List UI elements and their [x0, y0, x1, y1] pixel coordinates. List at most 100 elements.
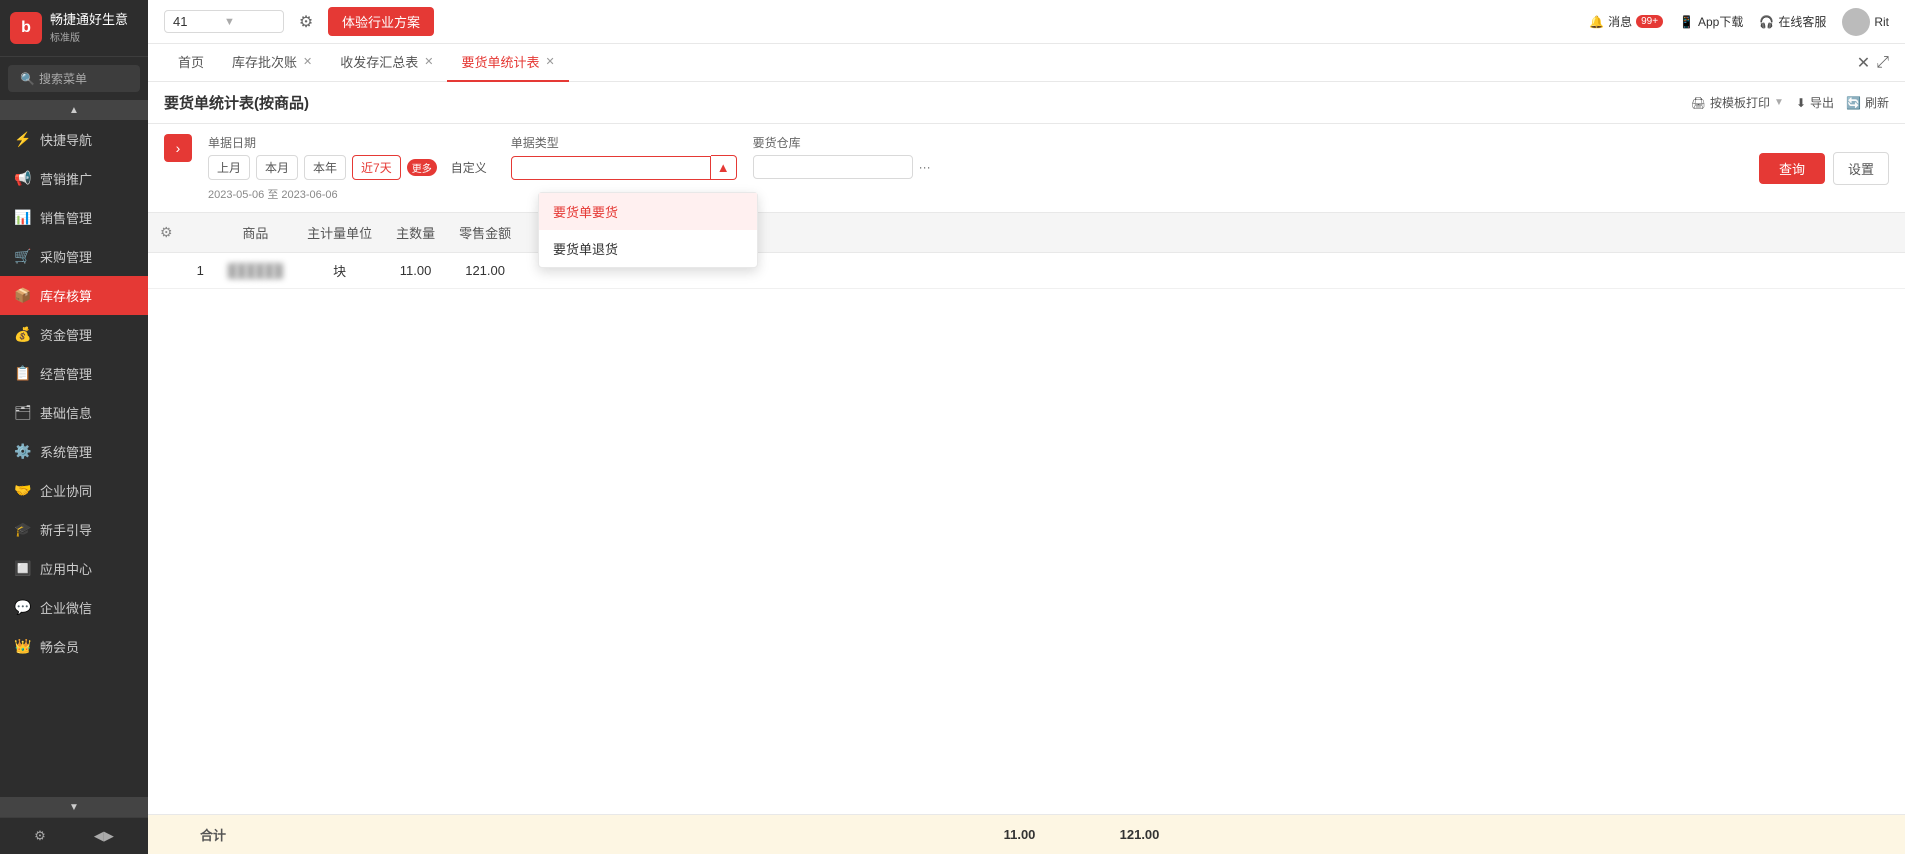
shortcut-icon: ⚡: [14, 131, 32, 149]
avatar: [1842, 8, 1870, 36]
sidebar-item-enterprise[interactable]: 🤝 企业协同: [0, 471, 148, 510]
tabs-actions: ✕ ⤢: [1857, 53, 1889, 73]
store-selector[interactable]: 41 ▼: [164, 10, 284, 33]
user-avatar-btn[interactable]: Rit: [1842, 8, 1889, 36]
filter-btn-custom[interactable]: 自定义: [443, 156, 495, 179]
filter-date-label: 单据日期: [208, 134, 495, 151]
topbar-gear-btn[interactable]: ⚙: [292, 8, 320, 36]
sidebar-scroll-down[interactable]: ▼: [0, 797, 148, 817]
search-icon: 🔍: [20, 72, 35, 86]
filter-expand-btn[interactable]: ›: [164, 134, 192, 162]
export-label: 导出: [1810, 94, 1834, 111]
filter-actions: 查询 设置: [1759, 152, 1889, 185]
filter-type-label: 单据类型: [511, 134, 737, 151]
app-download-label: App下载: [1698, 13, 1743, 30]
tab-requisition-stats[interactable]: 要货单统计表 ✕: [447, 44, 568, 82]
dropdown-item-req-order[interactable]: 要货单要货: [539, 193, 757, 230]
sidebar-item-newguide[interactable]: 🎓 新手引导: [0, 510, 148, 549]
app-name: 畅捷通好生意: [50, 12, 128, 29]
sidebar-scroll-up[interactable]: ▲: [0, 100, 148, 120]
sidebar-item-label: 资金管理: [40, 325, 92, 344]
app-download-btn[interactable]: 📱 App下载: [1679, 13, 1743, 30]
sidebar-item-system[interactable]: ⚙️ 系统管理: [0, 432, 148, 471]
print-btn[interactable]: 🖨 按模板打印 ▼: [1691, 94, 1784, 111]
marketing-icon: 📢: [14, 170, 32, 188]
sidebar-item-finance[interactable]: 💰 资金管理: [0, 315, 148, 354]
filter-type-dropdown-btn[interactable]: ▲: [711, 155, 737, 180]
filter-bar: › 单据日期 上月 本月 本年 近7天 更多 自定义 2023-05-06 至 …: [148, 124, 1905, 213]
tab-receive-summary[interactable]: 收发存汇总表 ✕: [326, 44, 447, 82]
row-quantity: 11.00: [384, 253, 447, 289]
sidebar-item-basic[interactable]: 🗂 基础信息: [0, 393, 148, 432]
sidebar-item-sales[interactable]: 📊 销售管理: [0, 198, 148, 237]
filter-btn-this-month[interactable]: 本月: [256, 155, 298, 180]
sidebar-collapse-btn[interactable]: ◀▶: [94, 828, 114, 844]
finance-icon: 💰: [14, 326, 32, 344]
row-amount: 121.00: [447, 253, 523, 289]
data-table: ⚙ 商品 主计量单位 主数量 零售金额 1 ██████: [148, 213, 1905, 289]
headset-icon: 🎧: [1759, 15, 1774, 29]
sidebar-settings-btn[interactable]: ⚙: [34, 828, 46, 844]
tabs-expand-icon[interactable]: ⤢: [1876, 54, 1889, 72]
page-header: 要货单统计表(按商品) 🖨 按模板打印 ▼ ⬇ 导出 🔄 刷新: [148, 82, 1905, 124]
table-settings-icon[interactable]: ⚙: [160, 224, 173, 240]
sidebar-item-label: 基础信息: [40, 403, 92, 422]
refresh-btn[interactable]: 🔄 刷新: [1846, 94, 1889, 111]
filter-date-row: 上月 本月 本年 近7天 更多 自定义: [208, 155, 495, 180]
tab-requisition-stats-close[interactable]: ✕: [546, 55, 555, 68]
filter-date-group: 单据日期 上月 本月 本年 近7天 更多 自定义 2023-05-06 至 20…: [208, 134, 495, 202]
wechat-icon: 💬: [14, 599, 32, 617]
sidebar-item-marketing[interactable]: 📢 营销推广: [0, 159, 148, 198]
sidebar-item-member[interactable]: 👑 畅会员: [0, 627, 148, 666]
filter-type-group: 单据类型 ▲: [511, 134, 737, 180]
sidebar-item-operation[interactable]: 📋 经营管理: [0, 354, 148, 393]
query-btn[interactable]: 查询: [1759, 153, 1825, 184]
sidebar-item-shortcut[interactable]: ⚡ 快捷导航: [0, 120, 148, 159]
printer-icon: 🖨: [1691, 96, 1706, 110]
sidebar: b 畅捷通好生意 标准版 🔍 搜索菜单 ▲ ⚡ 快捷导航 📢 营销推广 📊 销售…: [0, 0, 148, 854]
sidebar-item-inventory[interactable]: 📦 库存核算: [0, 276, 148, 315]
row-product: ██████: [216, 253, 295, 289]
sidebar-item-wechat[interactable]: 💬 企业微信: [0, 588, 148, 627]
filter-btn-this-year[interactable]: 本年: [304, 155, 346, 180]
tab-home[interactable]: 首页: [164, 44, 218, 82]
filter-type-input[interactable]: [511, 156, 711, 180]
tab-inventory-batch-close[interactable]: ✕: [303, 55, 312, 68]
filter-type-input-row: ▲: [511, 155, 737, 180]
footer-quantity: 11.00: [960, 827, 1080, 842]
basic-icon: 🗂: [14, 404, 32, 422]
page-header-actions: 🖨 按模板打印 ▼ ⬇ 导出 🔄 刷新: [1691, 94, 1889, 111]
print-label: 按模板打印: [1710, 94, 1770, 111]
bell-icon: 🔔: [1589, 15, 1604, 29]
filter-date-range: 2023-05-06 至 2023-06-06: [208, 186, 495, 202]
filter-btn-last-7days[interactable]: 近7天: [352, 155, 401, 180]
sales-icon: 📊: [14, 209, 32, 227]
sidebar-item-label: 企业协同: [40, 481, 92, 500]
sidebar-item-label: 经营管理: [40, 364, 92, 383]
filter-btn-last-month[interactable]: 上月: [208, 155, 250, 180]
tab-receive-summary-close[interactable]: ✕: [424, 55, 433, 68]
filter-warehouse-group: 要货仓库 ···: [753, 134, 937, 179]
sidebar-item-label: 销售管理: [40, 208, 92, 227]
sidebar-item-label: 快捷导航: [40, 130, 92, 149]
tab-inventory-batch[interactable]: 库存批次账 ✕: [218, 44, 326, 82]
footer-amount: 121.00: [1080, 827, 1200, 842]
dropdown-item-req-return[interactable]: 要货单退货: [539, 230, 757, 267]
tabs-close-all-icon[interactable]: ✕: [1857, 53, 1870, 73]
filter-warehouse-more-btn[interactable]: ···: [913, 156, 937, 178]
filter-more-badge[interactable]: 更多: [407, 159, 437, 176]
sidebar-item-label: 企业微信: [40, 598, 92, 617]
col-product: 商品: [216, 213, 295, 253]
search-menu[interactable]: 🔍 搜索菜单: [8, 65, 140, 92]
online-service-btn[interactable]: 🎧 在线客服: [1759, 13, 1826, 30]
col-unit: 主计量单位: [295, 213, 384, 253]
sidebar-item-appcenter[interactable]: 🔲 应用中心: [0, 549, 148, 588]
messages-btn[interactable]: 🔔 消息 99+: [1589, 13, 1663, 30]
sidebar-item-purchase[interactable]: 🛒 采购管理: [0, 237, 148, 276]
export-btn[interactable]: ⬇ 导出: [1796, 94, 1834, 111]
filter-warehouse-input[interactable]: [753, 155, 913, 179]
industry-btn[interactable]: 体验行业方案: [328, 7, 434, 36]
col-settings[interactable]: ⚙: [148, 213, 185, 253]
sidebar-item-label: 系统管理: [40, 442, 92, 461]
settings-btn[interactable]: 设置: [1833, 152, 1889, 185]
